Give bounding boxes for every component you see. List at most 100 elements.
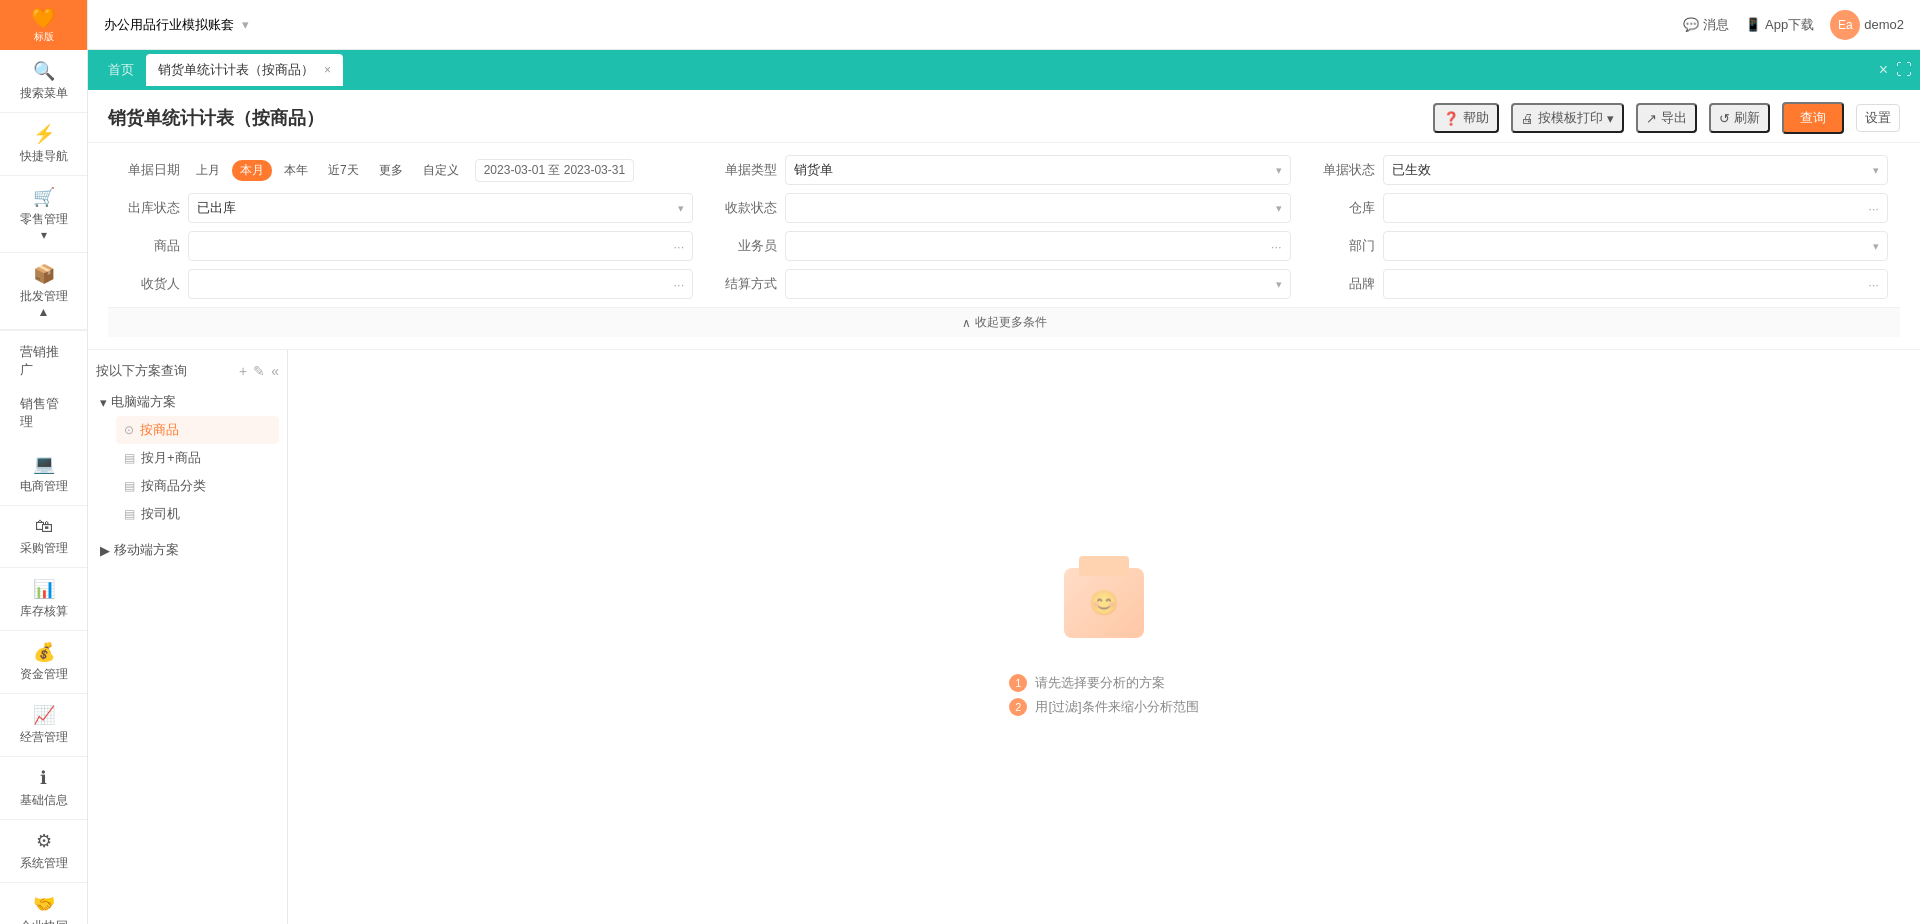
message-label: 消息: [1703, 16, 1729, 34]
date-range-display[interactable]: 2023-03-01 至 2023-03-31: [475, 159, 634, 182]
tree-leaf-by-month-goods-icon: ▤: [124, 451, 135, 465]
page-content: 销货单统计计表（按商品） ❓ 帮助 🖨 按模板打印 ▾ ↗ 导出 ↺ 刷新: [88, 90, 1920, 924]
stockout-label: 出库状态: [108, 199, 188, 217]
topbar-right: 💬 消息 📱 App下载 Ea demo2: [1683, 10, 1904, 40]
template-print-label: 按模板打印: [1538, 109, 1603, 127]
filter-stockout-cell: 出库状态 已出库 ▾: [108, 193, 705, 223]
salesperson-input[interactable]: ···: [785, 231, 1290, 261]
template-print-btn[interactable]: 🖨 按模板打印 ▾: [1511, 103, 1624, 133]
date-pill-thisyear[interactable]: 本年: [276, 160, 316, 181]
logo-area[interactable]: 🧡 标版: [0, 0, 87, 50]
left-panel-edit-btn[interactable]: ✎: [253, 363, 265, 379]
sidebar-item-quicknav[interactable]: ⚡ 快捷导航: [0, 113, 87, 176]
right-panel: 1 请先选择要分析的方案 2 用[过滤]条件来缩小分析范围: [288, 350, 1920, 924]
date-pill-lastmonth[interactable]: 上月: [188, 160, 228, 181]
print-icon: 🖨: [1521, 111, 1534, 126]
stockout-input[interactable]: 已出库 ▾: [188, 193, 693, 223]
tab-minimize-btn[interactable]: ×: [1879, 61, 1888, 79]
sidebar-item-system[interactable]: ⚙ 系统管理: [0, 820, 87, 883]
sidebar-item-corp-label: 企业协同: [20, 918, 68, 924]
collapse-bar[interactable]: ∧ 收起更多条件: [108, 307, 1900, 337]
docstatus-input[interactable]: 已生效 ▾: [1383, 155, 1888, 185]
payment-input[interactable]: ▾: [785, 269, 1290, 299]
tab-home[interactable]: 首页: [96, 54, 146, 86]
wholesale-submenu: 营销推广 销售管理: [0, 330, 87, 443]
doctype-dropdown-icon: ▾: [1276, 164, 1282, 177]
left-panel-collapse-btn[interactable]: «: [271, 363, 279, 379]
tree-desktop-label: 电脑端方案: [111, 393, 176, 411]
query-btn[interactable]: 查询: [1782, 102, 1844, 134]
tree-desktop-children: ⊙ 按商品 ▤ 按月+商品 ▤ 按商品分类 ▤: [96, 416, 279, 528]
page-title: 销货单统计计表（按商品）: [108, 106, 324, 130]
app-download-btn[interactable]: 📱 App下载: [1745, 16, 1814, 34]
sidebar-item-corp[interactable]: 🤝 企业协同: [0, 883, 87, 924]
date-pill-more[interactable]: 更多: [371, 160, 411, 181]
settings-btn[interactable]: 设置: [1856, 104, 1900, 132]
app-download-label: App下载: [1765, 16, 1814, 34]
export-btn[interactable]: ↗ 导出: [1636, 103, 1697, 133]
left-panel-add-btn[interactable]: +: [239, 363, 247, 379]
tree-mobile: ▶ 移动端方案: [96, 536, 279, 564]
dept-label: 部门: [1303, 237, 1383, 255]
finance-icon: 💰: [33, 641, 55, 663]
message-btn[interactable]: 💬 消息: [1683, 16, 1729, 34]
tree-mobile-header[interactable]: ▶ 移动端方案: [96, 536, 279, 564]
sidebar-item-retail[interactable]: 🛒 零售管理 ▾: [0, 176, 87, 253]
sidebar-item-operations[interactable]: 📈 经营管理: [0, 694, 87, 757]
help-btn[interactable]: ❓ 帮助: [1433, 103, 1499, 133]
sidebar: 🧡 标版 🔍 搜索菜单 ⚡ 快捷导航 🛒 零售管理 ▾ 📦 批发管理 ▲ 营销推…: [0, 0, 88, 924]
dept-input[interactable]: ▾: [1383, 231, 1888, 261]
brand-input[interactable]: ···: [1383, 269, 1888, 299]
sidebar-item-ecommerce-label: 电商管理: [20, 478, 68, 495]
sidebar-item-ecommerce[interactable]: 💻 电商管理: [0, 443, 87, 506]
sidebar-item-search[interactable]: 🔍 搜索菜单: [0, 50, 87, 113]
sidebar-item-finance[interactable]: 💰 资金管理: [0, 631, 87, 694]
doctype-input[interactable]: 销货单 ▾: [785, 155, 1290, 185]
salesperson-more-icon: ···: [1271, 239, 1282, 254]
sidebar-item-basic[interactable]: ℹ 基础信息: [0, 757, 87, 820]
date-pills: 上月 本月 本年 近7天 更多 自定义: [188, 160, 467, 181]
refresh-btn[interactable]: ↺ 刷新: [1709, 103, 1770, 133]
content-body: 按以下方案查询 + ✎ « ▾ 电脑端方案 ⊙: [88, 350, 1920, 924]
tab-active-label: 销货单统计计表（按商品）: [158, 61, 314, 79]
empty-tip-2: 2 用[过滤]条件来缩小分析范围: [1009, 698, 1198, 716]
date-pill-custom[interactable]: 自定义: [415, 160, 467, 181]
tab-maximize-btn[interactable]: ⛶: [1896, 61, 1912, 79]
submenu-sales[interactable]: 销售管理: [0, 387, 87, 439]
tree-leaf-by-machine[interactable]: ▤ 按司机: [116, 500, 279, 528]
receiptstatus-dropdown-icon: ▾: [1276, 202, 1282, 215]
tree-leaf-by-month-goods[interactable]: ▤ 按月+商品: [116, 444, 279, 472]
empty-state-tips: 1 请先选择要分析的方案 2 用[过滤]条件来缩小分析范围: [1009, 674, 1198, 716]
tree-desktop-header[interactable]: ▾ 电脑端方案: [96, 388, 279, 416]
sidebar-item-wholesale[interactable]: 📦 批发管理 ▲: [0, 253, 87, 330]
warehouse-label: 仓库: [1303, 199, 1383, 217]
filter-date-cell: 单据日期 上月 本月 本年 近7天 更多 自定义 2023-03-01 至 20…: [108, 155, 705, 185]
user-info[interactable]: Ea demo2: [1830, 10, 1904, 40]
empty-state: 1 请先选择要分析的方案 2 用[过滤]条件来缩小分析范围: [1009, 558, 1198, 716]
sidebar-item-inventory-label: 库存核算: [20, 603, 68, 620]
search-icon: 🔍: [33, 60, 55, 82]
submenu-marketing[interactable]: 营销推广: [0, 335, 87, 387]
main-area: 办公用品行业模拟账套 ▾ 💬 消息 📱 App下载 Ea demo2 首页: [88, 0, 1920, 924]
sidebar-item-purchase[interactable]: 🛍 采购管理: [0, 506, 87, 568]
tree-leaf-by-goods[interactable]: ⊙ 按商品: [116, 416, 279, 444]
tab-close-btn[interactable]: ×: [324, 63, 331, 77]
tab-active[interactable]: 销货单统计计表（按商品） ×: [146, 54, 343, 86]
sidebar-item-inventory[interactable]: 📊 库存核算: [0, 568, 87, 631]
filter-salesperson-cell: 业务员 ···: [705, 231, 1302, 261]
sidebar-item-wholesale-label: 批发管理: [20, 288, 68, 305]
recipient-input[interactable]: ···: [188, 269, 693, 299]
warehouse-input[interactable]: ···: [1383, 193, 1888, 223]
print-dropdown-icon: ▾: [1607, 111, 1614, 126]
sidebar-item-purchase-label: 采购管理: [20, 540, 68, 557]
tree-leaf-by-category[interactable]: ▤ 按商品分类: [116, 472, 279, 500]
receiptstatus-input[interactable]: ▾: [785, 193, 1290, 223]
refresh-label: 刷新: [1734, 109, 1760, 127]
date-pill-thismonth[interactable]: 本月: [232, 160, 272, 181]
tree-leaf-by-category-icon: ▤: [124, 479, 135, 493]
page-actions: ❓ 帮助 🖨 按模板打印 ▾ ↗ 导出 ↺ 刷新 查询: [1433, 102, 1900, 134]
goods-input[interactable]: ···: [188, 231, 693, 261]
topbar-dropdown-icon[interactable]: ▾: [242, 17, 249, 32]
tree-leaf-by-goods-icon: ⊙: [124, 423, 134, 437]
date-pill-7days[interactable]: 近7天: [320, 160, 367, 181]
